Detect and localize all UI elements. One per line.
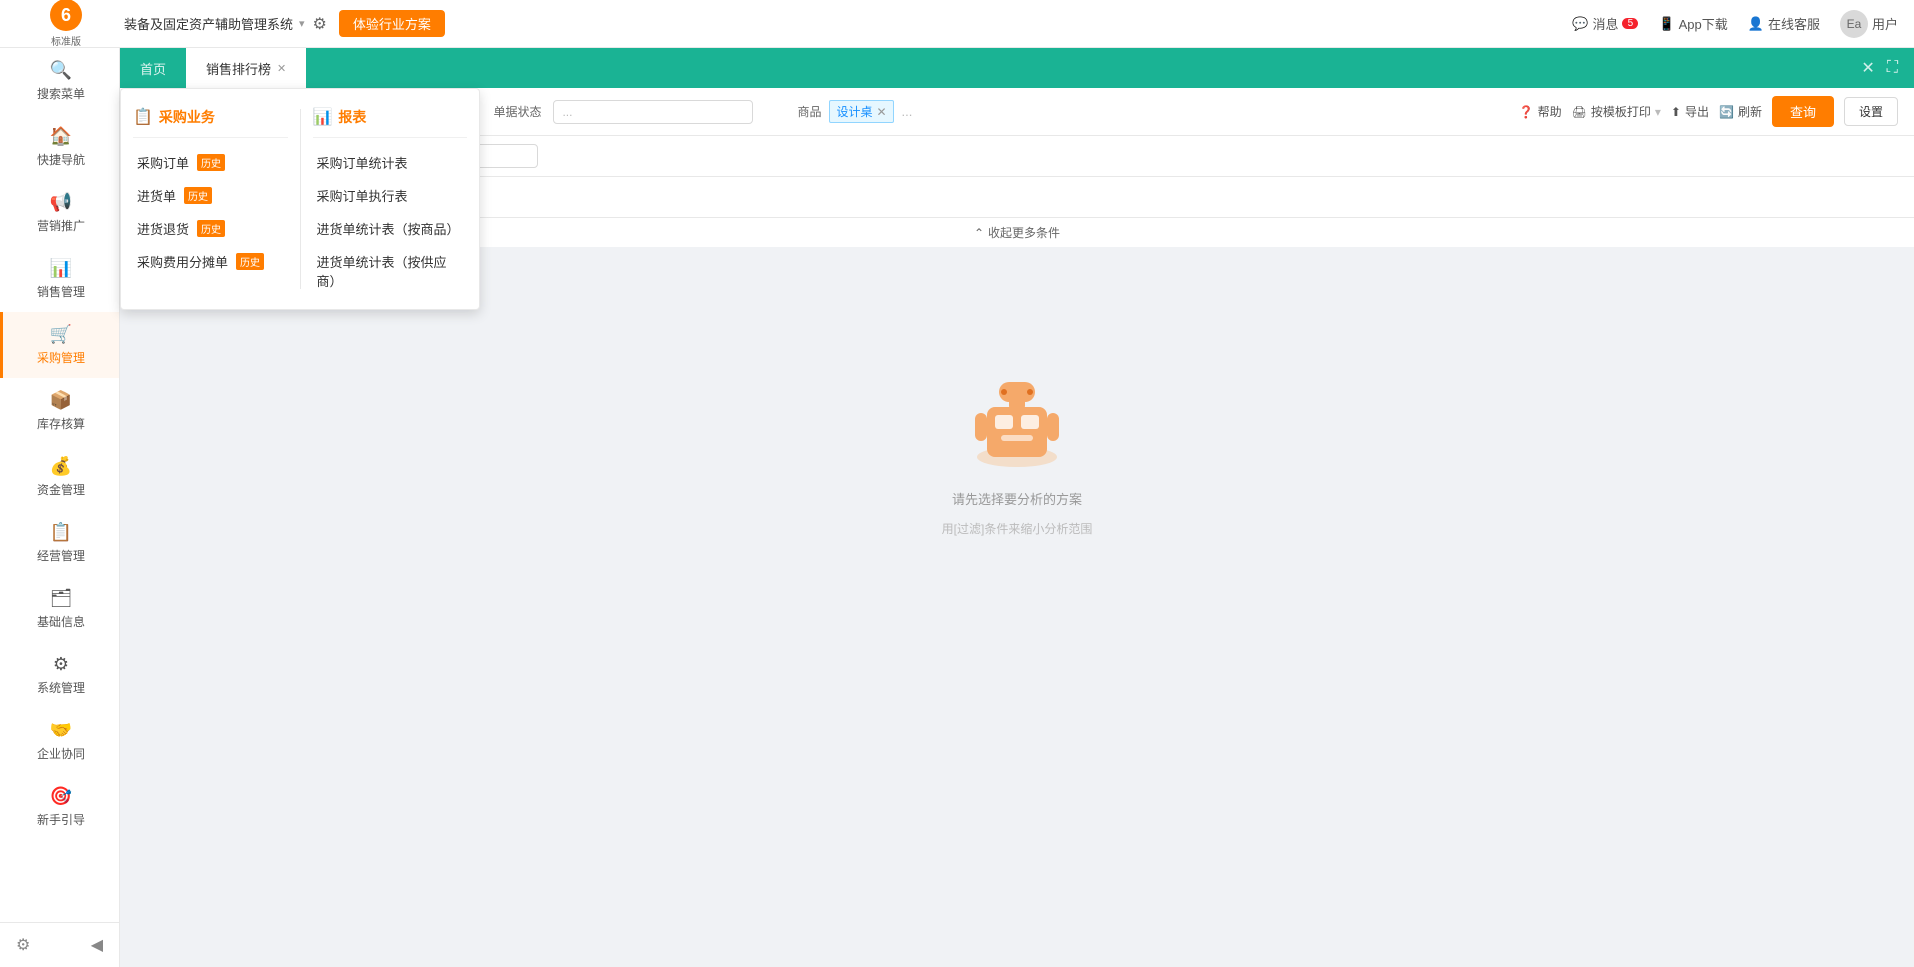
dropdown-item-return[interactable]: 进货退货 历史 <box>133 212 288 245</box>
dropdown-columns: 📋 采购业务 采购订单 历史 进货单 历史 进货退货 历史 采购费用分摊单 历史 <box>121 101 479 297</box>
purchase-order-history-badge: 历史 <box>197 154 225 171</box>
dropdown-purchase-col: 📋 采购业务 采购订单 历史 进货单 历史 进货退货 历史 采购费用分摊单 历史 <box>121 101 300 297</box>
purchase-dropdown-menu: 📋 采购业务 采购订单 历史 进货单 历史 进货退货 历史 采购费用分摊单 历史 <box>120 88 480 310</box>
expense-history-badge: 历史 <box>236 253 264 270</box>
report-section-icon: 📊 <box>313 107 333 127</box>
purchase-section-title: 采购业务 <box>159 107 215 127</box>
dropdown-item-purchase-order[interactable]: 采购订单 历史 <box>133 146 288 179</box>
order-exec-label: 采购订单执行表 <box>317 186 408 205</box>
dropdown-item-expense[interactable]: 采购费用分摊单 历史 <box>133 245 288 278</box>
report-section-title: 报表 <box>338 107 366 127</box>
dropdown-item-order-exec[interactable]: 采购订单执行表 <box>313 179 468 212</box>
purchase-order-label: 采购订单 <box>137 153 189 172</box>
inbound-stats-supplier-label: 进货单统计表（按供应商） <box>317 252 464 290</box>
expense-label: 采购费用分摊单 <box>137 252 228 271</box>
return-label: 进货退货 <box>137 219 189 238</box>
dropdown-item-order-stats[interactable]: 采购订单统计表 <box>313 146 468 179</box>
dropdown-item-inbound[interactable]: 进货单 历史 <box>133 179 288 212</box>
dropdown-report-col: 📊 报表 采购订单统计表 采购订单执行表 进货单统计表（按商品） 进货单统计表（… <box>301 101 480 297</box>
dropdown-report-title: 📊 报表 <box>313 101 468 138</box>
dropdown-purchase-title: 📋 采购业务 <box>133 101 288 138</box>
purchase-section-icon: 📋 <box>133 107 153 127</box>
inbound-history-badge: 历史 <box>184 187 212 204</box>
inbound-label: 进货单 <box>137 186 176 205</box>
dropdown-item-inbound-stats-goods[interactable]: 进货单统计表（按商品） <box>313 212 468 245</box>
return-history-badge: 历史 <box>197 220 225 237</box>
dropdown-item-inbound-stats-supplier[interactable]: 进货单统计表（按供应商） <box>313 245 468 297</box>
order-stats-label: 采购订单统计表 <box>317 153 408 172</box>
inbound-stats-goods-label: 进货单统计表（按商品） <box>317 219 460 238</box>
